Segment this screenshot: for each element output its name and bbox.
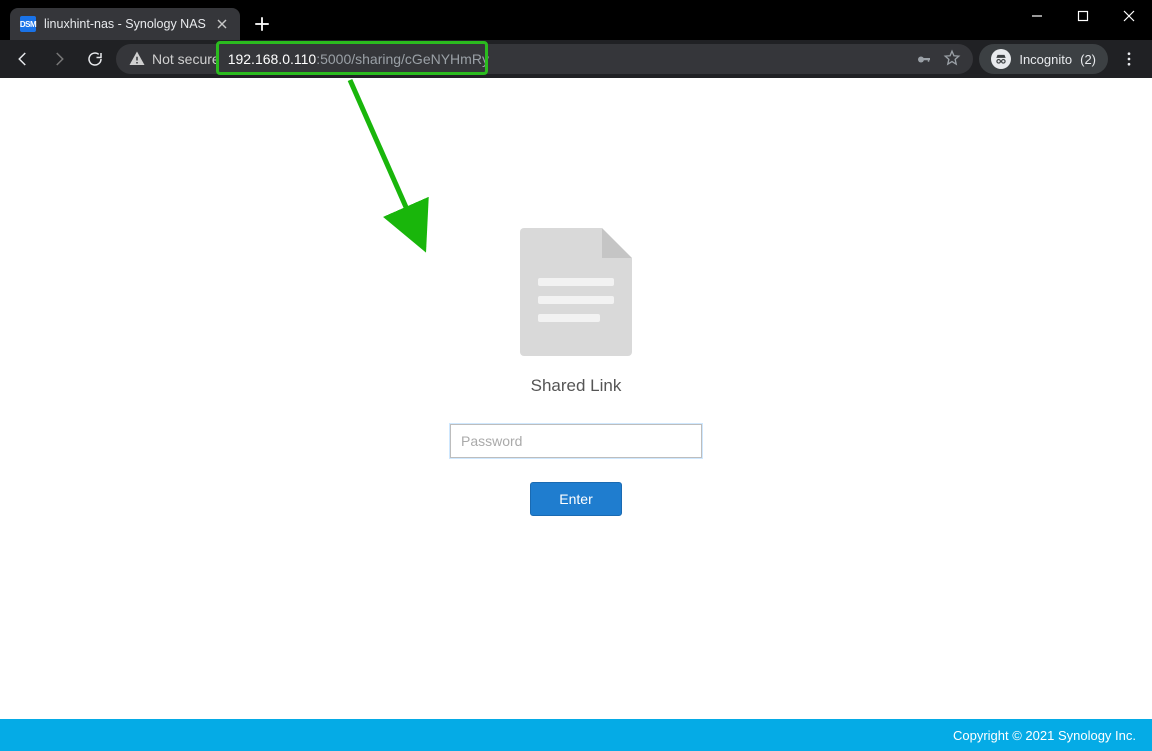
incognito-label: Incognito (1019, 52, 1072, 67)
nav-forward-button[interactable] (44, 44, 74, 74)
tab-title: linuxhint-nas - Synology NAS (44, 17, 206, 31)
enter-button[interactable]: Enter (530, 482, 622, 516)
bookmark-star-icon[interactable] (943, 49, 961, 70)
browser-toolbar: Not secure 192.168.0.110:5000/sharing/cG… (0, 40, 1152, 78)
nav-reload-button[interactable] (80, 44, 110, 74)
incognito-count: (2) (1080, 52, 1096, 67)
incognito-icon (991, 49, 1011, 69)
security-label: Not secure (152, 51, 220, 67)
nav-back-button[interactable] (8, 44, 38, 74)
page-footer: Copyright © 2021 Synology Inc. (0, 719, 1152, 751)
window-controls (1014, 0, 1152, 32)
browser-menu-button[interactable] (1114, 44, 1144, 74)
new-tab-button[interactable] (248, 10, 276, 38)
window-close-button[interactable] (1106, 0, 1152, 32)
browser-tab[interactable]: DSM linuxhint-nas - Synology NAS (10, 8, 240, 40)
page-viewport: Shared Link Enter Copyright © 2021 Synol… (0, 78, 1152, 751)
copyright-text: Copyright © 2021 Synology Inc. (953, 728, 1136, 743)
page-title: Shared Link (531, 376, 622, 396)
browser-tabstrip: DSM linuxhint-nas - Synology NAS (0, 0, 1152, 40)
password-input[interactable] (450, 424, 702, 458)
document-icon (520, 228, 632, 356)
not-secure-indicator[interactable]: Not secure (128, 50, 220, 68)
tab-close-button[interactable] (214, 16, 230, 32)
shared-link-panel: Shared Link Enter (0, 228, 1152, 516)
favicon-icon: DSM (20, 16, 36, 32)
password-key-icon[interactable] (915, 49, 933, 70)
window-maximize-button[interactable] (1060, 0, 1106, 32)
address-bar[interactable]: Not secure 192.168.0.110:5000/sharing/cG… (116, 44, 973, 74)
url-text: 192.168.0.110:5000/sharing/cGeNYHmRy (228, 51, 489, 67)
incognito-indicator[interactable]: Incognito (2) (979, 44, 1108, 74)
window-minimize-button[interactable] (1014, 0, 1060, 32)
